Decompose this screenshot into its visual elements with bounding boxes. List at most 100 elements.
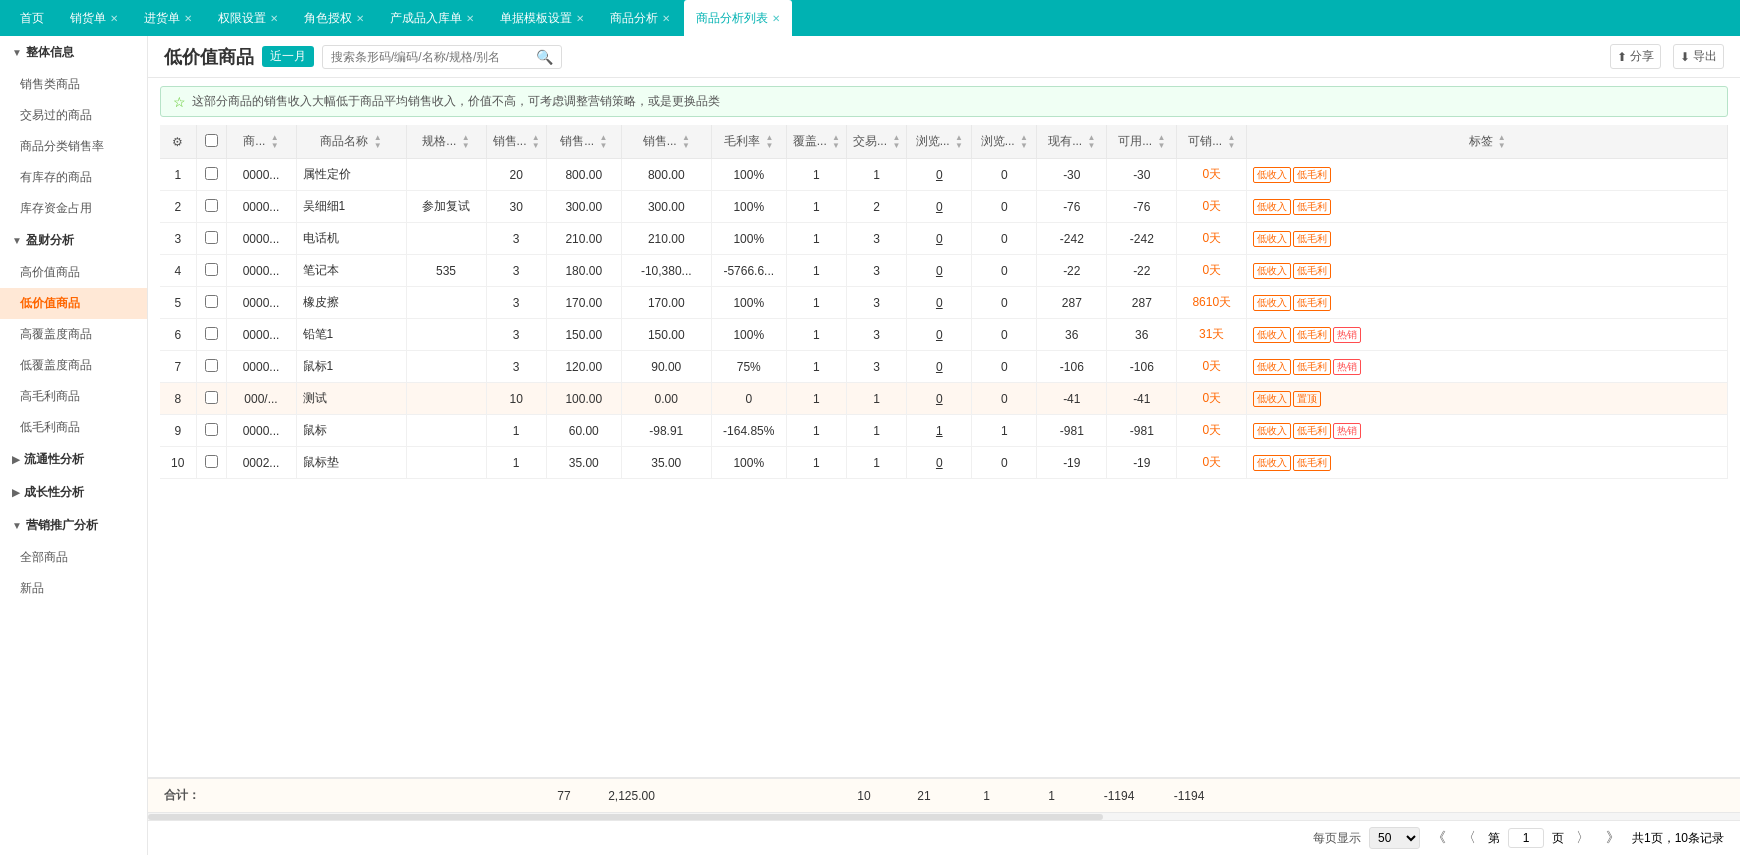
sidebar-item-category-sales-rate[interactable]: 商品分类销售率: [0, 131, 147, 162]
sidebar-item-stocked-products[interactable]: 有库存的商品: [0, 162, 147, 193]
nav-purchase-order[interactable]: 进货单 ✕: [132, 0, 204, 36]
view-count-link[interactable]: 0: [936, 360, 943, 374]
cell-salable: 0天: [1177, 223, 1247, 255]
chevron-right-icon: ▶: [12, 487, 20, 498]
sidebar-item-high-coverage[interactable]: 高覆盖度商品: [0, 319, 147, 350]
nav-permission[interactable]: 权限设置 ✕: [206, 0, 290, 36]
sidebar-item-all-products[interactable]: 全部商品: [0, 542, 147, 573]
tag-badge: 低毛利: [1293, 231, 1331, 247]
page-number-input[interactable]: [1508, 828, 1544, 848]
cell-checkbox: [196, 159, 226, 191]
cell-checkbox: [196, 287, 226, 319]
nav-role-auth[interactable]: 角色授权 ✕: [292, 0, 376, 36]
sidebar-item-traded-products[interactable]: 交易过的商品: [0, 100, 147, 131]
close-icon[interactable]: ✕: [772, 13, 780, 24]
row-checkbox[interactable]: [205, 263, 218, 276]
prev-page-button[interactable]: 〈: [1458, 827, 1480, 849]
sidebar-item-low-margin[interactable]: 低毛利商品: [0, 412, 147, 443]
first-page-button[interactable]: 《: [1428, 827, 1450, 849]
close-icon[interactable]: ✕: [576, 13, 584, 24]
view-count-link[interactable]: 1: [936, 424, 943, 438]
next-page-button[interactable]: 〉: [1572, 827, 1594, 849]
sidebar-group-profit[interactable]: ▼ 盈财分析: [0, 224, 147, 257]
row-checkbox[interactable]: [205, 391, 218, 404]
cell-checkbox: [196, 351, 226, 383]
row-checkbox[interactable]: [205, 231, 218, 244]
row-checkbox[interactable]: [205, 423, 218, 436]
row-checkbox[interactable]: [205, 295, 218, 308]
sidebar-item-stock-funds[interactable]: 库存资金占用: [0, 193, 147, 224]
close-icon[interactable]: ✕: [662, 13, 670, 24]
sidebar-group-overall[interactable]: ▼ 整体信息: [0, 36, 147, 69]
close-icon[interactable]: ✕: [270, 13, 278, 24]
cell-tags: 低收入低毛利热销: [1247, 319, 1728, 351]
table-container: ⚙ 商... ▲▼ 商品名称 ▲▼ 规格... ▲▼ 销售... ▲▼ 销售..…: [148, 125, 1740, 777]
search-input[interactable]: [331, 50, 532, 64]
view-count-link[interactable]: 0: [936, 232, 943, 246]
nav-product-analysis-list[interactable]: 商品分析列表 ✕: [684, 0, 792, 36]
cell-amount: 90.00: [621, 351, 711, 383]
view-count-link[interactable]: 0: [936, 392, 943, 406]
per-page-select[interactable]: 50 100: [1369, 827, 1420, 849]
row-checkbox[interactable]: [205, 359, 218, 372]
search-box: 🔍: [322, 45, 562, 69]
cell-salable: 0天: [1177, 447, 1247, 479]
row-checkbox[interactable]: [205, 455, 218, 468]
col-settings[interactable]: ⚙: [160, 125, 196, 159]
cell-coverage: 1: [786, 447, 846, 479]
select-all-checkbox[interactable]: [205, 134, 218, 147]
sidebar-item-high-margin[interactable]: 高毛利商品: [0, 381, 147, 412]
view-count-link[interactable]: 0: [936, 200, 943, 214]
view-count-link[interactable]: 0: [936, 168, 943, 182]
cell-price: 300.00: [546, 191, 621, 223]
header-right: ⬆ 分享 ⬇ 导出: [1610, 44, 1724, 69]
close-icon[interactable]: ✕: [466, 13, 474, 24]
sidebar-item-sales-products[interactable]: 销售类商品: [0, 69, 147, 100]
row-checkbox[interactable]: [205, 167, 218, 180]
cell-margin: 100%: [711, 447, 786, 479]
export-button[interactable]: ⬇ 导出: [1673, 44, 1724, 69]
sidebar-item-high-value[interactable]: 高价值商品: [0, 257, 147, 288]
cell-margin: 0: [711, 383, 786, 415]
nav-sales-order[interactable]: 销货单 ✕: [58, 0, 130, 36]
chevron-down-icon: ▼: [12, 47, 22, 58]
last-page-button[interactable]: 》: [1602, 827, 1624, 849]
cell-trade: 1: [847, 383, 907, 415]
date-filter-tag[interactable]: 近一月: [262, 46, 314, 67]
close-icon[interactable]: ✕: [110, 13, 118, 24]
sidebar-group-growth[interactable]: ▶ 成长性分析: [0, 476, 147, 509]
view-count-link[interactable]: 0: [936, 456, 943, 470]
search-icon[interactable]: 🔍: [536, 49, 553, 65]
sidebar-item-low-value[interactable]: 低价值商品: [0, 288, 147, 319]
view-count-link[interactable]: 0: [936, 264, 943, 278]
cell-tags: 低收入低毛利: [1247, 191, 1728, 223]
view-count-link[interactable]: 0: [936, 328, 943, 342]
cell-salable: 0天: [1177, 159, 1247, 191]
close-icon[interactable]: ✕: [184, 13, 192, 24]
close-icon[interactable]: ✕: [356, 13, 364, 24]
cell-checkbox: [196, 191, 226, 223]
summary-trade: 21: [894, 789, 954, 803]
sidebar-item-new-products[interactable]: 新品: [0, 573, 147, 604]
cell-view1: 0: [907, 223, 972, 255]
cell-spec: [406, 383, 486, 415]
share-button[interactable]: ⬆ 分享: [1610, 44, 1661, 69]
sidebar-group-liquidity[interactable]: ▶ 流通性分析: [0, 443, 147, 476]
cell-margin: 100%: [711, 191, 786, 223]
nav-product-analysis[interactable]: 商品分析 ✕: [598, 0, 682, 36]
nav-template[interactable]: 单据模板设置 ✕: [488, 0, 596, 36]
cell-margin: 100%: [711, 223, 786, 255]
sidebar-item-low-coverage[interactable]: 低覆盖度商品: [0, 350, 147, 381]
cell-amount: 35.00: [621, 447, 711, 479]
cell-available: -30: [1107, 159, 1177, 191]
cell-checkbox: [196, 255, 226, 287]
nav-home[interactable]: 首页: [8, 0, 56, 36]
cell-checkbox: [196, 319, 226, 351]
col-qty: 销售... ▲▼: [486, 125, 546, 159]
sidebar-group-marketing[interactable]: ▼ 营销推广分析: [0, 509, 147, 542]
row-checkbox[interactable]: [205, 199, 218, 212]
row-checkbox[interactable]: [205, 327, 218, 340]
cell-price: 210.00: [546, 223, 621, 255]
nav-product-stock[interactable]: 产成品入库单 ✕: [378, 0, 486, 36]
view-count-link[interactable]: 0: [936, 296, 943, 310]
